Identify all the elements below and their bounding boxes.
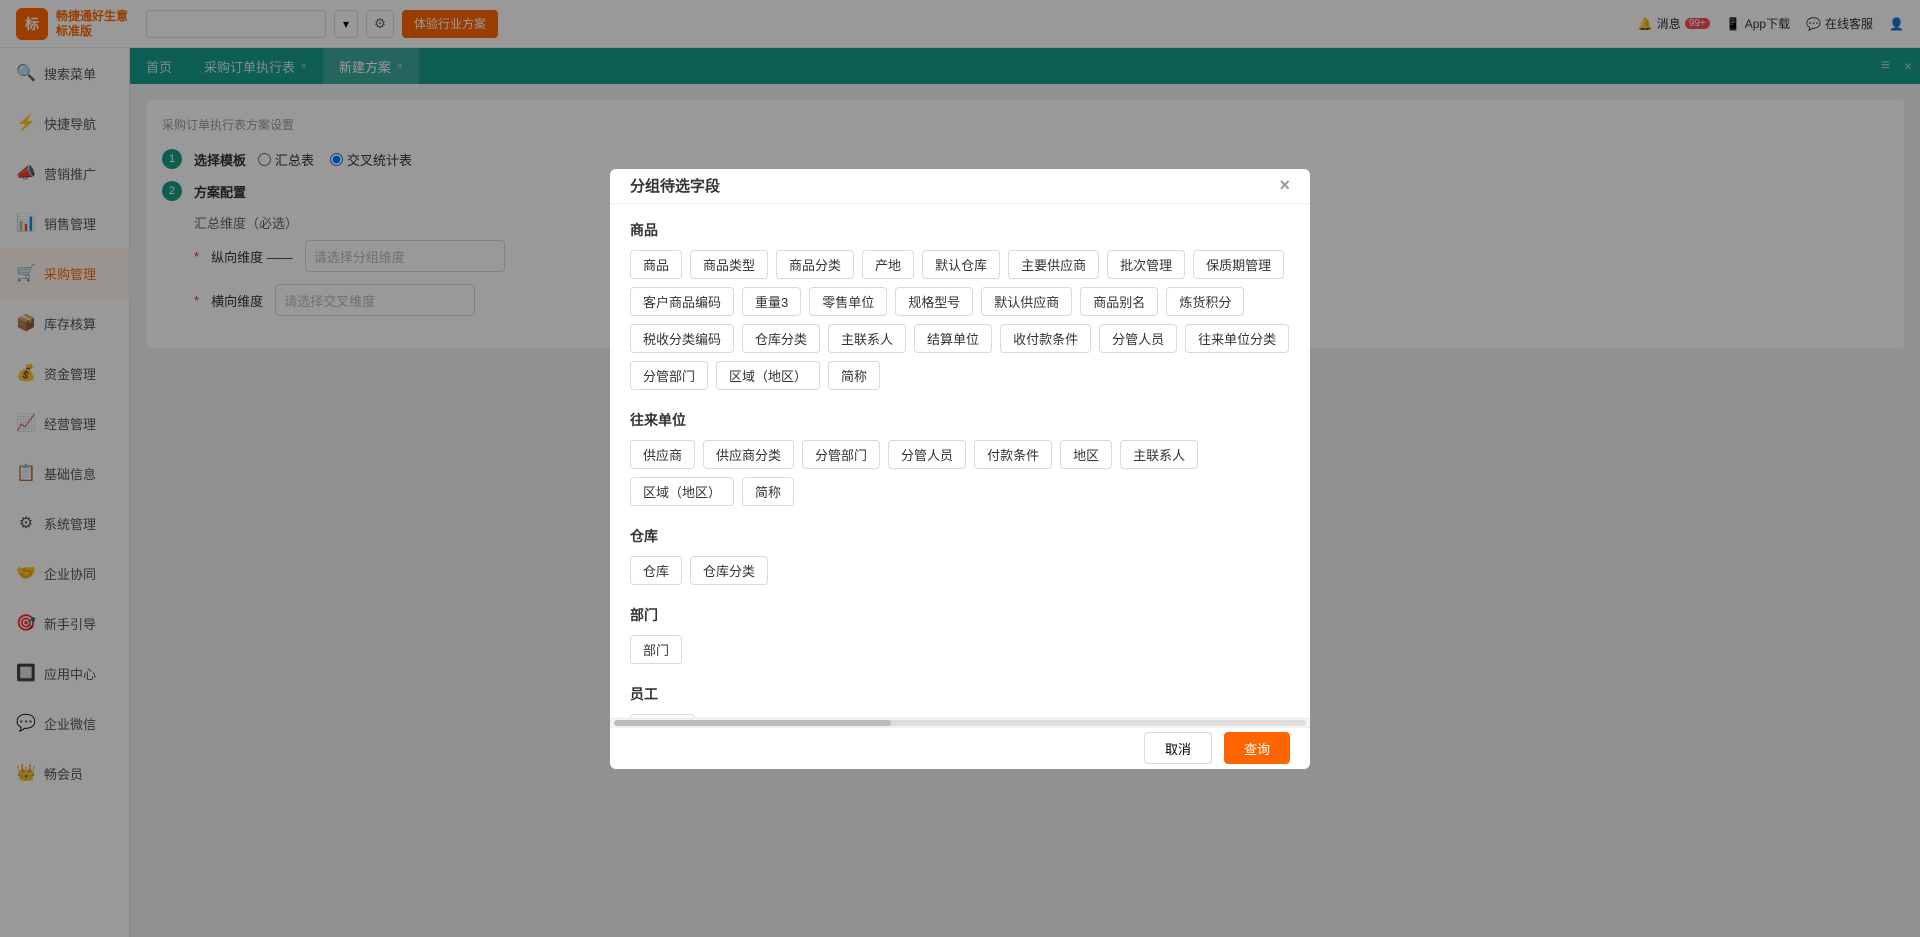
field-tag-main-contact[interactable]: 主联系人 [828,324,906,353]
modal-overlay: 分组待选字段 × 商品 商品 商品类型 商品分类 产地 默认仓库 主要供应商 批… [0,0,1920,937]
section-dept-title: 部门 [630,605,1290,625]
field-tag-goods[interactable]: 商品 [630,250,682,279]
modal-title: 分组待选字段 [630,175,720,196]
field-tag-partner-category[interactable]: 往来单位分类 [1185,324,1289,353]
hscroll-thumb [614,720,891,726]
dept-tags: 部门 [630,635,1290,664]
partner-tags: 供应商 供应商分类 分管部门 分管人员 付款条件 地区 主联系人 区域（地区） … [630,440,1290,506]
section-goods-title: 商品 [630,220,1290,240]
field-select-modal: 分组待选字段 × 商品 商品 商品类型 商品分类 产地 默认仓库 主要供应商 批… [610,169,1310,769]
section-goods: 商品 商品 商品类型 商品分类 产地 默认仓库 主要供应商 批次管理 保质期管理… [630,220,1290,390]
modal-footer: 取消 查询 [610,727,1310,768]
modal-close-btn[interactable]: × [1279,175,1290,196]
confirm-button[interactable]: 查询 [1224,732,1290,764]
field-tag-department[interactable]: 部门 [630,635,682,664]
section-employee: 员工 业务员 [630,684,1290,719]
field-tag-manager[interactable]: 分管人员 [1099,324,1177,353]
field-tag-default-warehouse[interactable]: 默认仓库 [922,250,1000,279]
field-tag-weight3[interactable]: 重量3 [742,287,801,316]
section-partner-title: 往来单位 [630,410,1290,430]
modal-horizontal-scrollbar[interactable] [610,718,1310,727]
field-tag-retail-unit[interactable]: 零售单位 [809,287,887,316]
field-tag-settlement-unit[interactable]: 结算单位 [914,324,992,353]
field-tag-refine-points[interactable]: 炼货积分 [1166,287,1244,316]
field-tag-origin[interactable]: 产地 [862,250,914,279]
field-tag-default-supplier[interactable]: 默认供应商 [981,287,1072,316]
field-tag-region[interactable]: 区域（地区） [716,361,820,390]
hscroll-track [614,720,1306,726]
section-warehouse: 仓库 仓库 仓库分类 [630,526,1290,585]
field-tag-goods-type[interactable]: 商品类型 [690,250,768,279]
field-tag-warehouse-cat[interactable]: 仓库分类 [690,556,768,585]
field-tag-payment-terms[interactable]: 收付款条件 [1000,324,1091,353]
field-tag-shelf-life[interactable]: 保质期管理 [1193,250,1284,279]
modal-body: 商品 商品 商品类型 商品分类 产地 默认仓库 主要供应商 批次管理 保质期管理… [610,204,1310,719]
field-tag-tax-code[interactable]: 税收分类编码 [630,324,734,353]
field-tag-spec-model[interactable]: 规格型号 [895,287,973,316]
field-tag-goods-category[interactable]: 商品分类 [776,250,854,279]
section-employee-title: 员工 [630,684,1290,704]
field-tag-dept[interactable]: 分管部门 [802,440,880,469]
goods-tags: 商品 商品类型 商品分类 产地 默认仓库 主要供应商 批次管理 保质期管理 客户… [630,250,1290,390]
modal-header: 分组待选字段 × [610,169,1310,204]
field-tag-short-name2[interactable]: 简称 [742,477,794,506]
field-tag-supplier-category[interactable]: 供应商分类 [703,440,794,469]
section-warehouse-title: 仓库 [630,526,1290,546]
field-tag-main-contact2[interactable]: 主联系人 [1120,440,1198,469]
field-tag-area[interactable]: 地区 [1060,440,1112,469]
field-tag-customer-code[interactable]: 客户商品编码 [630,287,734,316]
field-tag-warehouse-category[interactable]: 仓库分类 [742,324,820,353]
field-tag-batch-mgmt[interactable]: 批次管理 [1107,250,1185,279]
field-tag-main-supplier[interactable]: 主要供应商 [1008,250,1099,279]
field-tag-payment-cond[interactable]: 付款条件 [974,440,1052,469]
warehouse-tags: 仓库 仓库分类 [630,556,1290,585]
section-dept: 部门 部门 [630,605,1290,664]
field-tag-manage-dept[interactable]: 分管部门 [630,361,708,390]
field-tag-warehouse[interactable]: 仓库 [630,556,682,585]
field-tag-supplier[interactable]: 供应商 [630,440,695,469]
section-partner: 往来单位 供应商 供应商分类 分管部门 分管人员 付款条件 地区 主联系人 区域… [630,410,1290,506]
field-tag-goods-alias[interactable]: 商品别名 [1080,287,1158,316]
field-tag-region2[interactable]: 区域（地区） [630,477,734,506]
field-tag-short-name[interactable]: 简称 [828,361,880,390]
cancel-button[interactable]: 取消 [1144,732,1212,764]
field-tag-person[interactable]: 分管人员 [888,440,966,469]
